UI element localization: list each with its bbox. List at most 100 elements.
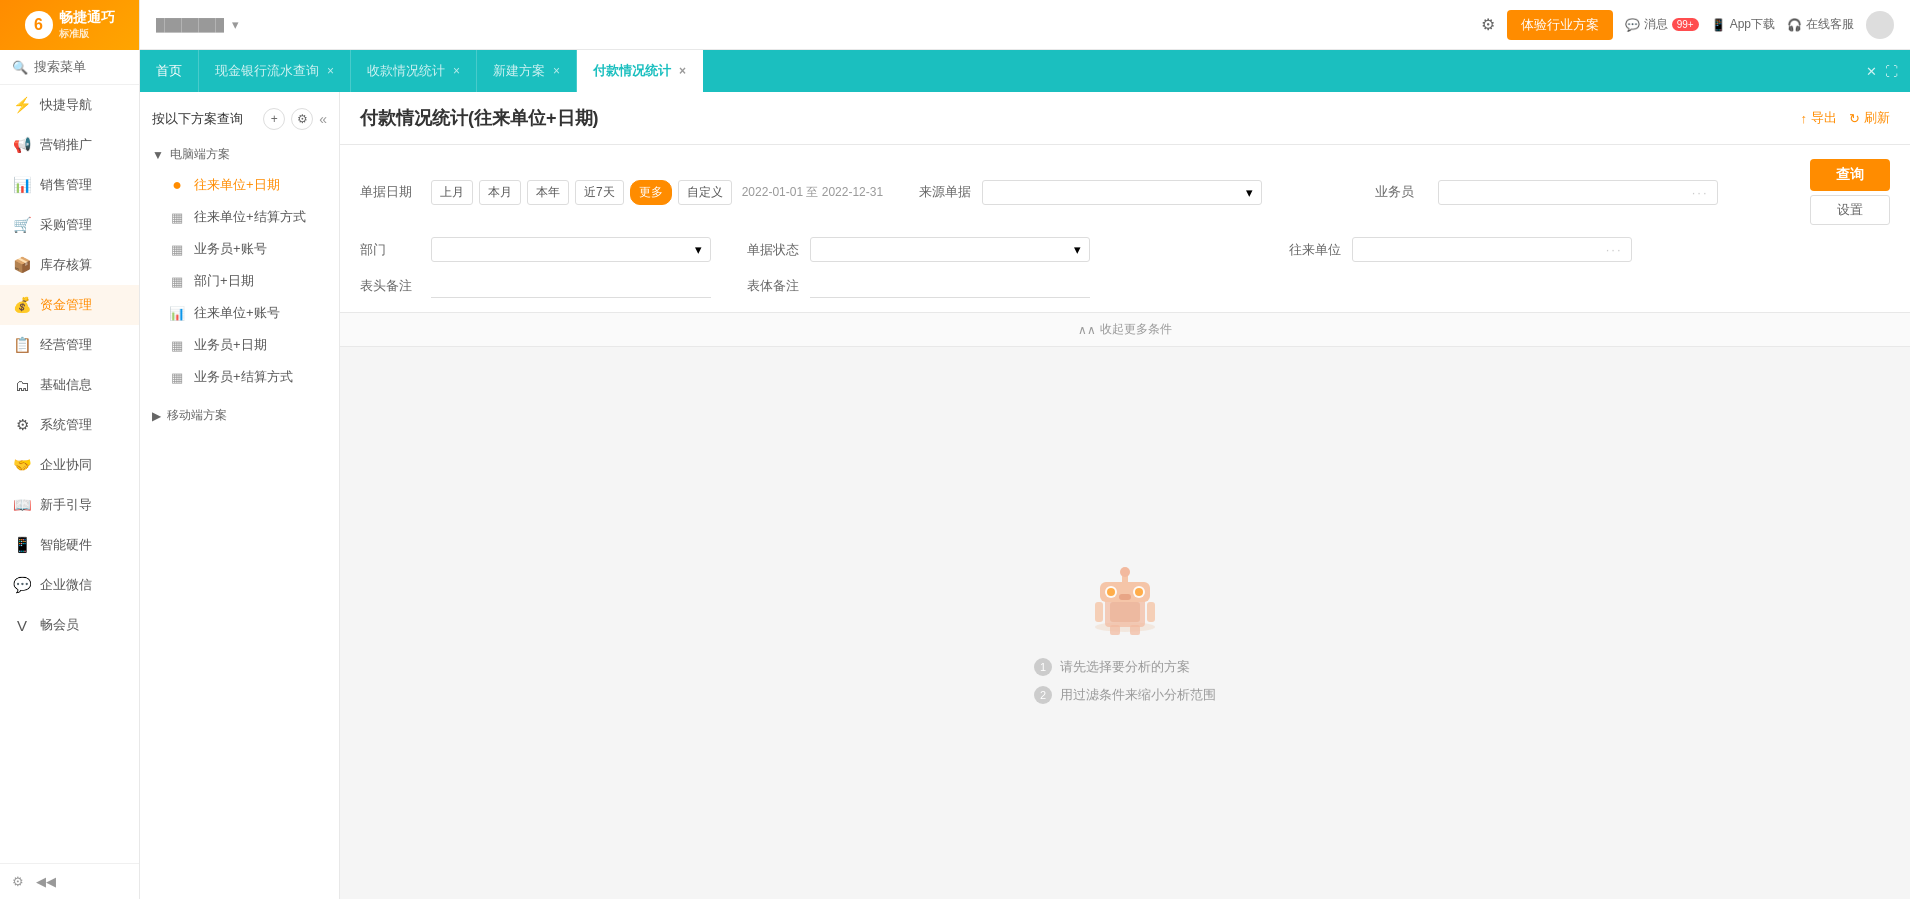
tab-new-scheme[interactable]: 新建方案 × (477, 50, 577, 92)
guide-icon: 📖 (12, 495, 32, 515)
filter-actions: 查询 设置 (1810, 159, 1890, 225)
messages-label: 消息 (1644, 16, 1668, 33)
scheme-item-label: 业务员+结算方式 (194, 368, 293, 386)
collapse-bar[interactable]: ∧∧ 收起更多条件 (340, 313, 1910, 347)
source-select-arrow: ▾ (1246, 185, 1253, 200)
marketing-icon: 📢 (12, 135, 32, 155)
tab-bank-flow-close[interactable]: × (327, 64, 334, 78)
tab-receipt-close[interactable]: × (453, 64, 460, 78)
sidebar-item-system[interactable]: ⚙ 系统管理 (0, 405, 139, 445)
topbar-brand-text: ████████ (156, 18, 224, 32)
scheme-add-btn[interactable]: + (263, 108, 285, 130)
source-select[interactable]: ▾ (982, 180, 1262, 205)
refresh-btn[interactable]: ↻ 刷新 (1849, 109, 1890, 127)
search-menu[interactable]: 🔍 搜索菜单 (0, 50, 139, 85)
messages-btn[interactable]: 💬 消息 99+ (1625, 16, 1699, 33)
staff-select[interactable]: ··· (1438, 180, 1718, 205)
tab-home[interactable]: 首页 (140, 50, 199, 92)
tab-payment-stats[interactable]: 付款情况统计 × (577, 50, 703, 92)
svg-rect-14 (1130, 625, 1140, 635)
query-btn[interactable]: 查询 (1810, 159, 1890, 191)
empty-tips: 1 请先选择要分析的方案 2 用过滤条件来缩小分析范围 (1034, 658, 1216, 704)
sidebar-item-basic[interactable]: 🗂 基础信息 (0, 365, 139, 405)
tab-payment-close[interactable]: × (679, 64, 686, 78)
scheme-item-staff-date[interactable]: ▦ 业务员+日期 (140, 329, 339, 361)
sidebar-item-marketing[interactable]: 📢 营销推广 (0, 125, 139, 165)
sidebar-item-label: 基础信息 (40, 376, 92, 394)
export-btn[interactable]: ↑ 导出 (1801, 109, 1838, 127)
footer-collapse-icon[interactable]: ◀◀ (36, 874, 56, 889)
staff-settle-icon: ▦ (168, 368, 186, 386)
sidebar-item-quick-nav[interactable]: ⚡ 快捷导航 (0, 85, 139, 125)
partner-select[interactable]: ··· (1352, 237, 1632, 262)
date-btn-custom[interactable]: 自定义 (678, 180, 732, 205)
export-label: 导出 (1811, 109, 1837, 127)
sidebar-item-guide[interactable]: 📖 新手引导 (0, 485, 139, 525)
robot-illustration (1075, 542, 1175, 642)
tabs-right-actions: ✕ ⛶ (1854, 50, 1910, 92)
scheme-item-label: 业务员+账号 (194, 240, 267, 258)
filter-settings-btn[interactable]: 设置 (1810, 195, 1890, 225)
dept-select[interactable]: ▾ (431, 237, 711, 262)
tab-new-scheme-close[interactable]: × (553, 64, 560, 78)
scheme-item-staff-settle[interactable]: ▦ 业务员+结算方式 (140, 361, 339, 393)
online-service-btn[interactable]: 🎧 在线客服 (1787, 16, 1854, 33)
tip-text-1: 请先选择要分析的方案 (1060, 658, 1190, 676)
app-download-btn[interactable]: 📱 App下载 (1711, 16, 1775, 33)
tab-bank-flow-label: 现金银行流水查询 (215, 62, 319, 80)
sidebar-item-label: 营销推广 (40, 136, 92, 154)
user-avatar[interactable] (1866, 11, 1894, 39)
scheme-settings-btn[interactable]: ⚙ (291, 108, 313, 130)
basic-icon: 🗂 (12, 375, 32, 395)
sidebar-item-enterprise[interactable]: 🤝 企业协同 (0, 445, 139, 485)
industry-btn[interactable]: 体验行业方案 (1507, 10, 1613, 40)
topbar-settings[interactable]: ⚙ (1481, 15, 1495, 34)
sidebar-item-label: 畅会员 (40, 616, 79, 634)
doc-status-select[interactable]: ▾ (810, 237, 1090, 262)
svg-point-5 (1107, 588, 1115, 596)
sidebar-item-sales[interactable]: 📊 销售管理 (0, 165, 139, 205)
empty-tip-1: 1 请先选择要分析的方案 (1034, 658, 1216, 676)
scheme-item-partner-account[interactable]: 📊 往来单位+账号 (140, 297, 339, 329)
date-btn-more[interactable]: 更多 (630, 180, 672, 205)
filter-and-content: 付款情况统计(往来单位+日期) ↑ 导出 ↻ 刷新 单据日期 (340, 92, 1910, 899)
pc-section-title[interactable]: ▼ 电脑端方案 (140, 140, 339, 169)
date-btn-last-month[interactable]: 上月 (431, 180, 473, 205)
scheme-collapse-btn[interactable]: « (319, 111, 327, 127)
tabs-close-all[interactable]: ✕ (1866, 64, 1877, 79)
sidebar-item-hardware[interactable]: 📱 智能硬件 (0, 525, 139, 565)
tab-payment-stats-label: 付款情况统计 (593, 62, 671, 80)
scheme-item-partner-settle[interactable]: ▦ 往来单位+结算方式 (140, 201, 339, 233)
scheme-item-label: 往来单位+结算方式 (194, 208, 306, 226)
sidebar-item-finance[interactable]: 💰 资金管理 (0, 285, 139, 325)
scheme-item-partner-date[interactable]: ● 往来单位+日期 (140, 169, 339, 201)
tab-bank-flow[interactable]: 现金银行流水查询 × (199, 50, 351, 92)
partner-label: 往来单位 (1289, 241, 1344, 259)
scheme-panel: 按以下方案查询 + ⚙ « ▼ 电脑端方案 ● 往来单位+日期 ▦ (140, 92, 340, 899)
svg-rect-2 (1110, 602, 1140, 622)
sidebar-item-inventory[interactable]: 📦 库存核算 (0, 245, 139, 285)
topbar-dropdown[interactable]: ▾ (232, 17, 239, 32)
tabs-maximize[interactable]: ⛶ (1885, 64, 1898, 79)
tab-receipt-stats[interactable]: 收款情况统计 × (351, 50, 477, 92)
sidebar-item-wechat[interactable]: 💬 企业微信 (0, 565, 139, 605)
inventory-icon: 📦 (12, 255, 32, 275)
scheme-item-dept-date[interactable]: ▦ 部门+日期 (140, 265, 339, 297)
head-note-input[interactable] (431, 274, 711, 298)
date-btn-this-month[interactable]: 本月 (479, 180, 521, 205)
sidebar-item-vip[interactable]: V 畅会员 (0, 605, 139, 645)
sidebar-item-operations[interactable]: 📋 经营管理 (0, 325, 139, 365)
body-note-input[interactable] (810, 274, 1090, 298)
sidebar-item-label: 采购管理 (40, 216, 92, 234)
sidebar-item-purchase[interactable]: 🛒 采购管理 (0, 205, 139, 245)
tab-new-scheme-label: 新建方案 (493, 62, 545, 80)
date-btn-this-year[interactable]: 本年 (527, 180, 569, 205)
mobile-section-title[interactable]: ▶ 移动端方案 (140, 401, 339, 430)
date-btn-7days[interactable]: 近7天 (575, 180, 624, 205)
footer-settings-icon[interactable]: ⚙ (12, 874, 24, 889)
empty-state: 1 请先选择要分析的方案 2 用过滤条件来缩小分析范围 (1034, 542, 1216, 704)
empty-tip-2: 2 用过滤条件来缩小分析范围 (1034, 686, 1216, 704)
scheme-item-staff-account[interactable]: ▦ 业务员+账号 (140, 233, 339, 265)
scheme-item-label: 业务员+日期 (194, 336, 267, 354)
source-label: 来源单据 (919, 183, 974, 201)
